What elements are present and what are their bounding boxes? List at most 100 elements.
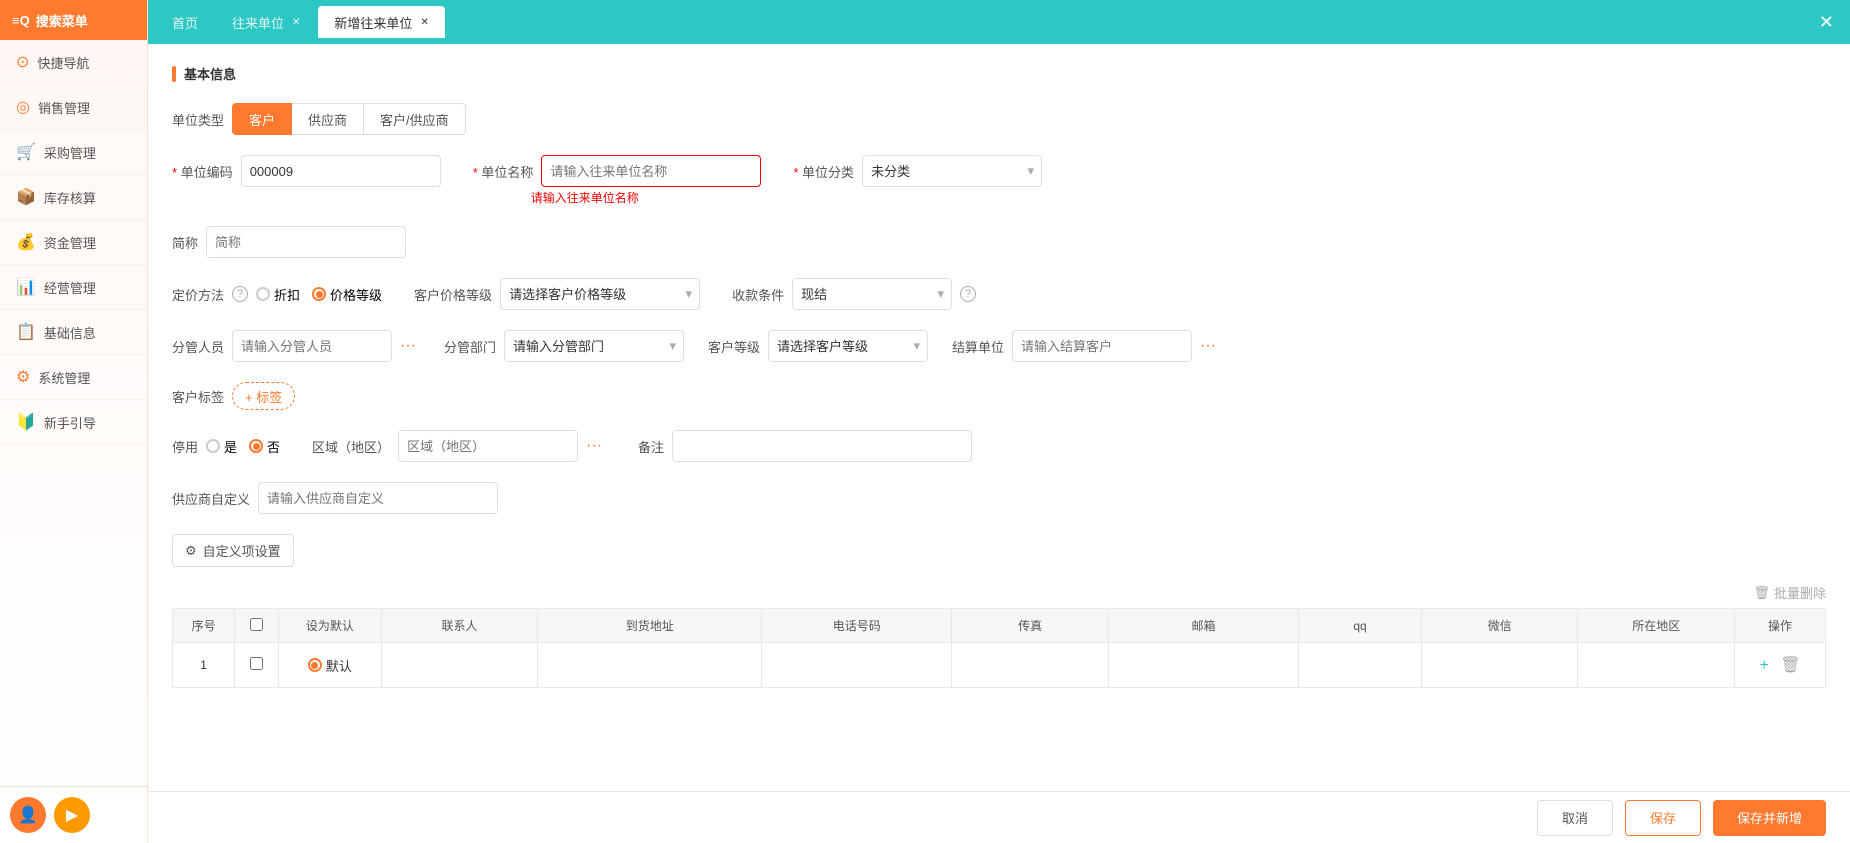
pricing-help-icon[interactable]: ? xyxy=(232,286,248,302)
sidebar: ≡Q 搜索菜单 ⊙ 快捷导航 ◎ 销售管理 🛒 采购管理 📦 库存核算 💰 资金… xyxy=(0,0,148,843)
batch-delete-area: 🗑 批量删除 xyxy=(172,583,1826,602)
row-phone-input[interactable] xyxy=(807,649,907,681)
row-address-input[interactable] xyxy=(590,649,710,681)
settlement-more-btn[interactable]: ··· xyxy=(1196,337,1220,355)
payment-condition-select-wrap[interactable]: 现结 xyxy=(792,278,952,310)
sidebar-item-basics[interactable]: 📋 基础信息 xyxy=(0,310,147,355)
unit-btn-both[interactable]: 客户/供应商 xyxy=(364,103,466,135)
customer-level-select-wrap[interactable]: 请选择客户等级 xyxy=(768,330,928,362)
tab-new-contact[interactable]: 新增往来单位 ✕ xyxy=(318,6,444,38)
disable-yes-item[interactable]: 是 xyxy=(206,437,237,456)
row-contact-input[interactable] xyxy=(420,649,500,681)
tab-home[interactable]: 首页 xyxy=(156,6,214,38)
sidebar-item-quick-nav[interactable]: ⊙ 快捷导航 xyxy=(0,40,147,85)
disable-no-item[interactable]: 否 xyxy=(249,437,280,456)
region-more-btn[interactable]: ··· xyxy=(582,437,606,455)
manager-row: 分管人员 ··· 分管部门 请输入分管部门 客户等级 请选择客户等 xyxy=(172,330,1826,362)
row-email-input[interactable] xyxy=(1153,649,1253,681)
unit-name-error: 请输入往来单位名称 xyxy=(531,189,762,206)
department-label: 分管部门 xyxy=(444,337,496,356)
row-check xyxy=(235,643,279,688)
cancel-button[interactable]: 取消 xyxy=(1537,800,1613,836)
supplier-custom-input[interactable] xyxy=(258,482,498,514)
payment-help-icon[interactable]: ? xyxy=(960,286,976,302)
disable-no-radio xyxy=(249,439,263,453)
section-title-text: 基本信息 xyxy=(184,64,236,83)
purchase-icon: 🛒 xyxy=(16,142,36,162)
operations-icon: 📊 xyxy=(16,277,36,297)
customer-price-select[interactable]: 请选择客户价格等级 xyxy=(500,278,700,310)
row-default-radio[interactable]: 默认 xyxy=(285,656,375,675)
customer-level-select[interactable]: 请选择客户等级 xyxy=(768,330,928,362)
tab-bar-close[interactable]: ✕ xyxy=(1811,12,1842,33)
manager-more-btn[interactable]: ··· xyxy=(396,337,420,355)
tag-btn-label: + 标签 xyxy=(245,387,282,406)
row-qq-input[interactable] xyxy=(1330,649,1390,681)
sidebar-item-guide[interactable]: 🔰 新手引导 xyxy=(0,400,147,445)
batch-delete-label[interactable]: 批量删除 xyxy=(1774,583,1826,602)
row-add-btn[interactable]: + xyxy=(1760,657,1769,674)
th-region: 所在地区 xyxy=(1578,609,1735,643)
row-seq: 1 xyxy=(173,643,235,688)
pricing-radio-discount xyxy=(256,287,270,301)
row-region-input[interactable] xyxy=(1616,649,1696,681)
tab-contacts-close[interactable]: ✕ xyxy=(292,17,300,28)
pricing-label-discount: 折扣 xyxy=(274,285,300,304)
row-wechat-input[interactable] xyxy=(1460,649,1540,681)
sidebar-item-sales[interactable]: ◎ 销售管理 xyxy=(0,85,147,130)
table-row: 1 默认 xyxy=(173,643,1826,688)
payment-condition-select[interactable]: 现结 xyxy=(792,278,952,310)
custom-settings-btn[interactable]: ⚙ 自定义项设置 xyxy=(172,534,294,567)
region-input[interactable] xyxy=(398,430,578,462)
sidebar-expand-btn[interactable]: ▶ xyxy=(54,797,90,833)
sidebar-user-avatar[interactable]: 👤 xyxy=(10,797,46,833)
sidebar-item-finance[interactable]: 💰 资金管理 xyxy=(0,220,147,265)
save-new-button[interactable]: 保存并新增 xyxy=(1713,800,1826,836)
abbr-row: 简称 xyxy=(172,226,1826,258)
unit-code-input[interactable] xyxy=(241,155,441,187)
abbr-label: 简称 xyxy=(172,233,198,252)
customer-level-label: 客户等级 xyxy=(708,337,760,356)
row-fax-input[interactable] xyxy=(990,649,1070,681)
payment-condition-label: 收款条件 xyxy=(732,285,784,304)
department-select[interactable]: 请输入分管部门 xyxy=(504,330,684,362)
unit-btn-customer[interactable]: 客户 xyxy=(232,103,292,135)
th-address: 到货地址 xyxy=(538,609,762,643)
select-all-checkbox[interactable] xyxy=(250,618,263,631)
settlement-field: 结算单位 ··· xyxy=(952,330,1220,362)
sidebar-item-system[interactable]: ⚙ 系统管理 xyxy=(0,355,147,400)
sidebar-item-operations[interactable]: 📊 经营管理 xyxy=(0,265,147,310)
unit-category-select[interactable]: 未分类 xyxy=(862,155,1042,187)
tab-contacts[interactable]: 往来单位 ✕ xyxy=(216,6,316,38)
sidebar-item-purchase[interactable]: 🛒 采购管理 xyxy=(0,130,147,175)
unit-btn-supplier[interactable]: 供应商 xyxy=(292,103,364,135)
save-button[interactable]: 保存 xyxy=(1625,800,1701,836)
unit-name-input[interactable] xyxy=(541,155,761,187)
pricing-option-level[interactable]: 价格等级 xyxy=(312,285,382,304)
row-default: 默认 xyxy=(279,643,382,688)
abbr-input[interactable] xyxy=(206,226,406,258)
th-wechat: 微信 xyxy=(1421,609,1578,643)
pricing-option-discount[interactable]: 折扣 xyxy=(256,285,300,304)
manager-input[interactable] xyxy=(232,330,392,362)
tab-new-contact-close[interactable]: ✕ xyxy=(420,17,428,28)
sidebar-search[interactable]: ≡Q 搜索菜单 xyxy=(0,0,147,40)
th-qq: qq xyxy=(1299,609,1422,643)
settlement-label: 结算单位 xyxy=(952,337,1004,356)
customer-price-select-wrap[interactable]: 请选择客户价格等级 xyxy=(500,278,700,310)
unit-category-select-wrap[interactable]: 未分类 xyxy=(862,155,1042,187)
content-area: 基本信息 单位类型 客户 供应商 客户/供应商 单位编码 单位名称 xyxy=(148,44,1850,791)
pricing-method-field: 定价方法 ? 折扣 价格等级 xyxy=(172,285,382,304)
add-tag-btn[interactable]: + 标签 xyxy=(232,382,295,410)
th-contact: 联系人 xyxy=(381,609,538,643)
row-checkbox[interactable] xyxy=(250,657,263,670)
department-select-wrap[interactable]: 请输入分管部门 xyxy=(504,330,684,362)
row-delete-btn[interactable]: 🗑 xyxy=(1780,657,1800,674)
main-area: 首页 往来单位 ✕ 新增往来单位 ✕ ✕ 基本信息 单位类型 客户 供应商 客户… xyxy=(148,0,1850,843)
inventory-icon: 📦 xyxy=(16,187,36,207)
disable-no-label: 否 xyxy=(267,437,280,456)
settlement-input[interactable] xyxy=(1012,330,1192,362)
sidebar-item-inventory[interactable]: 📦 库存核算 xyxy=(0,175,147,220)
disable-yes-label: 是 xyxy=(224,437,237,456)
remark-input[interactable] xyxy=(672,430,972,462)
